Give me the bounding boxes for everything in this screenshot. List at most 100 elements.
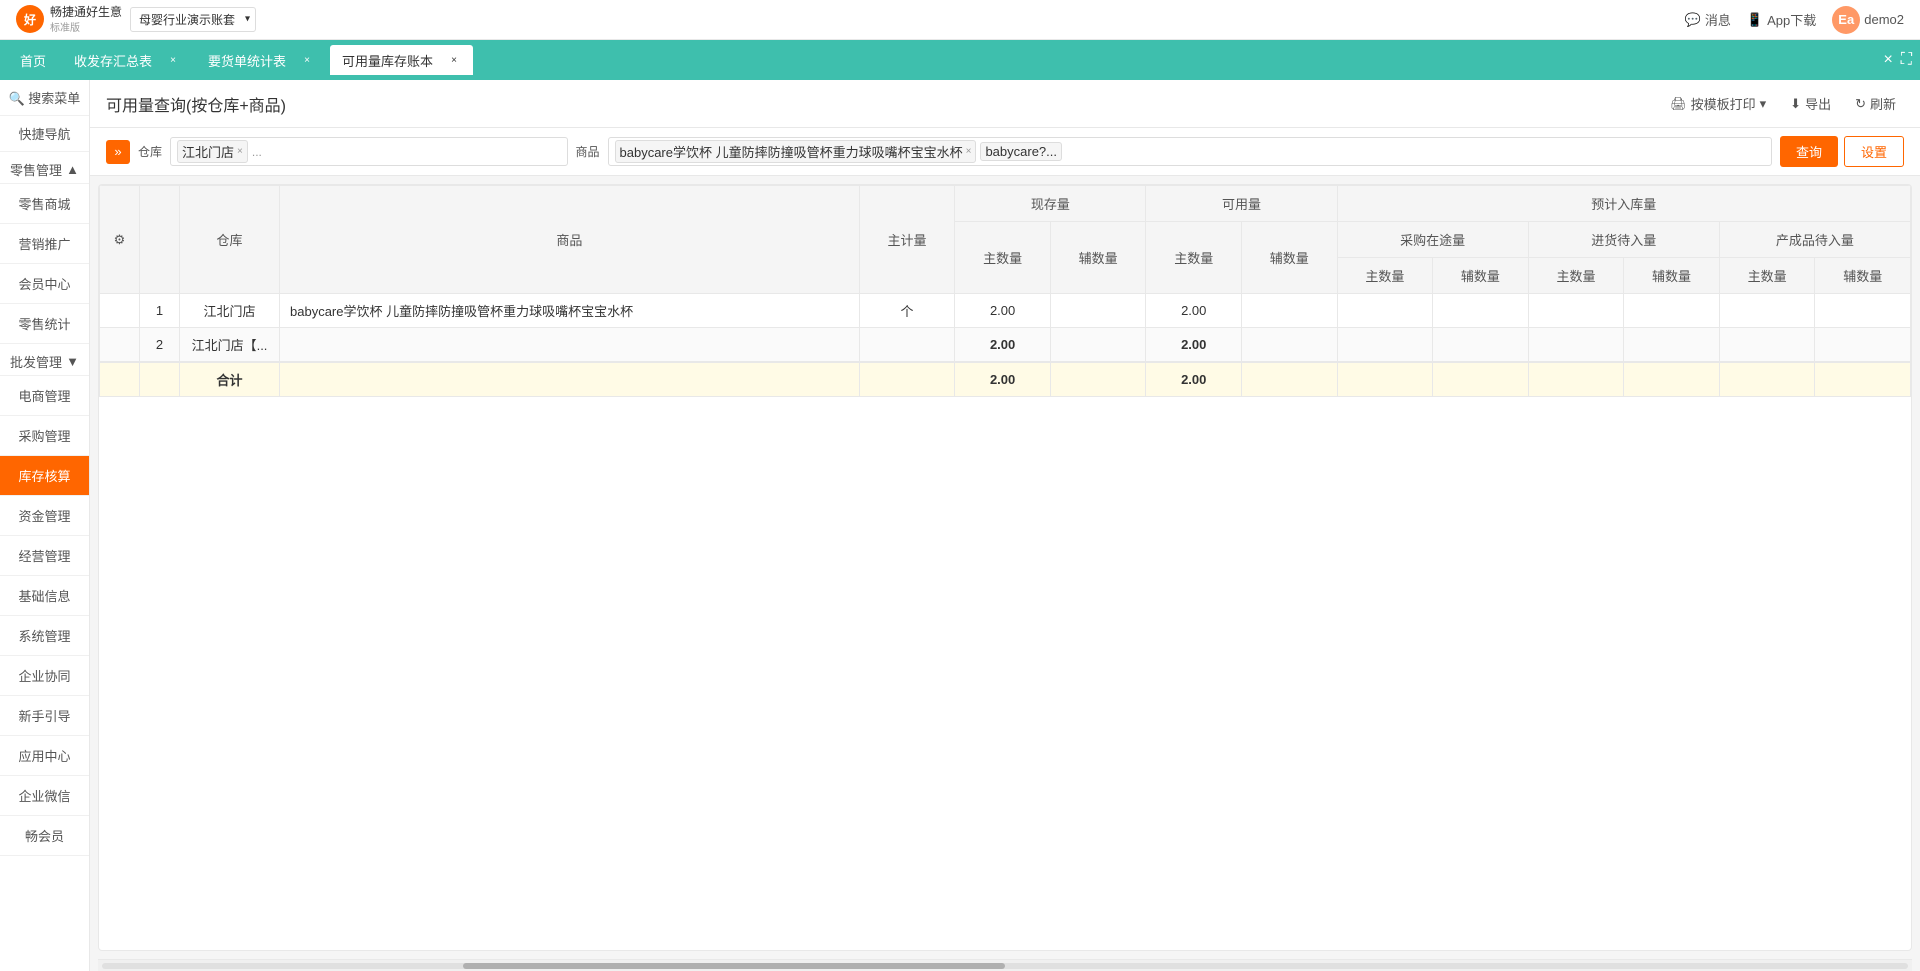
warehouse-tag-close[interactable]: × xyxy=(237,146,243,157)
row1-current-main: 2.00 xyxy=(955,294,1051,328)
tab-available-label: 可用量库存账本 xyxy=(342,51,433,70)
footer-production-aux xyxy=(1815,362,1911,397)
app-icon: 📱 xyxy=(1747,12,1763,28)
product-tag-1-close[interactable]: × xyxy=(966,146,972,157)
print-label: 按模板打印 xyxy=(1691,94,1756,113)
sidebar-item-retail-stats[interactable]: 零售统计 xyxy=(0,304,89,344)
row1-unit: 个 xyxy=(859,294,955,328)
row2-current-main: 2.00 xyxy=(955,328,1051,363)
row1-purchase-main xyxy=(1337,294,1433,328)
sidebar-system-label: 系统管理 xyxy=(18,629,70,644)
print-dropdown-icon: ▾ xyxy=(1760,96,1767,112)
table-wrapper: ⚙ 仓库 商品 主计量 现存量 可用量 预计入库量 主数量 辅数量 主数量 辅数… xyxy=(98,184,1912,951)
tab-order[interactable]: 要货单统计表 × xyxy=(196,45,326,75)
sidebar-inventory-label: 库存核算 xyxy=(18,469,70,484)
tab-collection[interactable]: 收发存汇总表 × xyxy=(62,45,192,75)
filter-expand-btn[interactable]: » xyxy=(106,140,130,164)
tab-collection-label: 收发存汇总表 xyxy=(74,51,152,70)
sidebar-item-member[interactable]: 会员中心 xyxy=(0,264,89,304)
sidebar-quicknav[interactable]: 快捷导航 xyxy=(0,116,89,152)
message-label: 消息 xyxy=(1705,10,1731,29)
sidebar-item-purchase[interactable]: 采购管理 xyxy=(0,416,89,456)
avatar: Ea xyxy=(1832,6,1860,34)
sidebar-item-retail-mgmt[interactable]: 零售管理 ▲ xyxy=(0,152,89,184)
sidebar-item-enterprise-wechat[interactable]: 企业微信 xyxy=(0,776,89,816)
logo-icon: 好 xyxy=(16,5,44,33)
print-btn[interactable]: 🖨 按模板打印 ▾ xyxy=(1662,90,1774,117)
footer-seq xyxy=(140,362,180,397)
print-icon: 🖨 xyxy=(1670,96,1687,112)
th-incoming-main: 主数量 xyxy=(1528,258,1624,294)
sidebar-item-finance[interactable]: 资金管理 xyxy=(0,496,89,536)
refresh-btn[interactable]: ↻ 刷新 xyxy=(1847,90,1904,117)
sidebar-item-enterprise[interactable]: 企业协同 xyxy=(0,656,89,696)
th-available-aux: 辅数量 xyxy=(1242,222,1338,294)
th-production: 产成品待入量 xyxy=(1719,222,1910,258)
sidebar-item-marketing[interactable]: 营销推广 xyxy=(0,224,89,264)
footer-incoming-aux xyxy=(1624,362,1720,397)
tab-home[interactable]: 首页 xyxy=(8,45,58,75)
row1-incoming-main xyxy=(1528,294,1624,328)
row1-available-main: 2.00 xyxy=(1146,294,1242,328)
th-current-stock: 现存量 xyxy=(955,186,1146,222)
row2-incoming-aux xyxy=(1624,328,1720,363)
warehouse-filter[interactable]: 江北门店 × ... xyxy=(170,137,567,166)
tab-available-close[interactable]: × xyxy=(447,53,461,67)
th-current-aux: 辅数量 xyxy=(1050,222,1146,294)
scroll-thumb[interactable] xyxy=(463,963,1005,969)
th-warehouse: 仓库 xyxy=(180,186,280,294)
user-name: demo2 xyxy=(1864,12,1904,27)
horizontal-scrollbar[interactable] xyxy=(98,959,1912,971)
sidebar-member-label: 会员中心 xyxy=(18,277,70,292)
data-table: ⚙ 仓库 商品 主计量 现存量 可用量 预计入库量 主数量 辅数量 主数量 辅数… xyxy=(99,185,1911,397)
th-purchase-in-transit: 采购在途量 xyxy=(1337,222,1528,258)
sidebar-item-newguide[interactable]: 新手引导 xyxy=(0,696,89,736)
sidebar-newguide-label: 新手引导 xyxy=(18,709,70,724)
nav-maximize-btn[interactable]: ⛶ xyxy=(1901,51,1912,69)
user-area[interactable]: Ea demo2 xyxy=(1832,6,1904,34)
row1-warehouse: 江北门店 xyxy=(180,294,280,328)
product-filter[interactable]: babycare学饮杯 儿童防摔防撞吸管杯重力球吸嘴杯宝宝水杯 × babyca… xyxy=(608,137,1772,166)
nav-close-btn[interactable]: × xyxy=(1883,51,1892,69)
row1-purchase-aux xyxy=(1433,294,1529,328)
sidebar-item-retail-mall[interactable]: 零售商城 xyxy=(0,184,89,224)
th-purchase-transit: 预计入库量 xyxy=(1337,186,1910,222)
th-gear[interactable]: ⚙ xyxy=(100,186,140,294)
table-row: 1 江北门店 babycare学饮杯 儿童防摔防撞吸管杯重力球吸嘴杯宝宝水杯 个… xyxy=(100,294,1911,328)
th-unit: 主计量 xyxy=(859,186,955,294)
sidebar-item-ecommerce[interactable]: 电商管理 xyxy=(0,376,89,416)
th-seq xyxy=(140,186,180,294)
app-download-btn[interactable]: 📱 App下载 xyxy=(1747,10,1816,29)
sidebar-search[interactable]: 🔍 搜索菜单 xyxy=(0,80,89,116)
row2-product xyxy=(280,328,860,363)
sidebar-retail-mgmt-label: 零售管理 xyxy=(10,160,62,179)
tab-available[interactable]: 可用量库存账本 × xyxy=(330,45,473,75)
sidebar-item-member-vip[interactable]: 畅会员 xyxy=(0,816,89,856)
message-btn[interactable]: 💬 消息 xyxy=(1685,10,1731,29)
sidebar-item-operations[interactable]: 经营管理 xyxy=(0,536,89,576)
row2-production-aux xyxy=(1815,328,1911,363)
scroll-track xyxy=(102,963,1908,969)
sidebar-item-inventory[interactable]: 库存核算 xyxy=(0,456,89,496)
sidebar-item-basic-info[interactable]: 基础信息 xyxy=(0,576,89,616)
row1-current-aux xyxy=(1050,294,1146,328)
setting-btn[interactable]: 设置 xyxy=(1844,136,1904,167)
expand-icon: » xyxy=(114,144,121,159)
industry-selector[interactable]: 母婴行业演示账套 xyxy=(130,7,256,32)
sidebar-app-center-label: 应用中心 xyxy=(18,749,70,764)
tab-collection-close[interactable]: × xyxy=(166,53,180,67)
page-header: 可用量查询(按仓库+商品) 🖨 按模板打印 ▾ ⬇ 导出 ↻ 刷新 xyxy=(90,80,1920,128)
sidebar-basic-info-label: 基础信息 xyxy=(18,589,70,604)
row1-gear xyxy=(100,294,140,328)
sidebar-ecommerce-label: 电商管理 xyxy=(18,389,70,404)
tab-order-close[interactable]: × xyxy=(300,53,314,67)
sidebar-item-app-center[interactable]: 应用中心 xyxy=(0,736,89,776)
sidebar-item-system[interactable]: 系统管理 xyxy=(0,616,89,656)
export-btn[interactable]: ⬇ 导出 xyxy=(1782,90,1839,117)
footer-current-main: 2.00 xyxy=(955,362,1051,397)
query-btn[interactable]: 查询 xyxy=(1780,136,1838,167)
message-icon: 💬 xyxy=(1685,12,1701,28)
sidebar: 🔍 搜索菜单 快捷导航 零售管理 ▲ 零售商城 营销推广 会员中心 零售统计 批… xyxy=(0,80,90,971)
sidebar-item-wholesale-mgmt[interactable]: 批发管理 ▼ xyxy=(0,344,89,376)
top-bar-right: 💬 消息 📱 App下载 Ea demo2 xyxy=(1685,6,1904,34)
